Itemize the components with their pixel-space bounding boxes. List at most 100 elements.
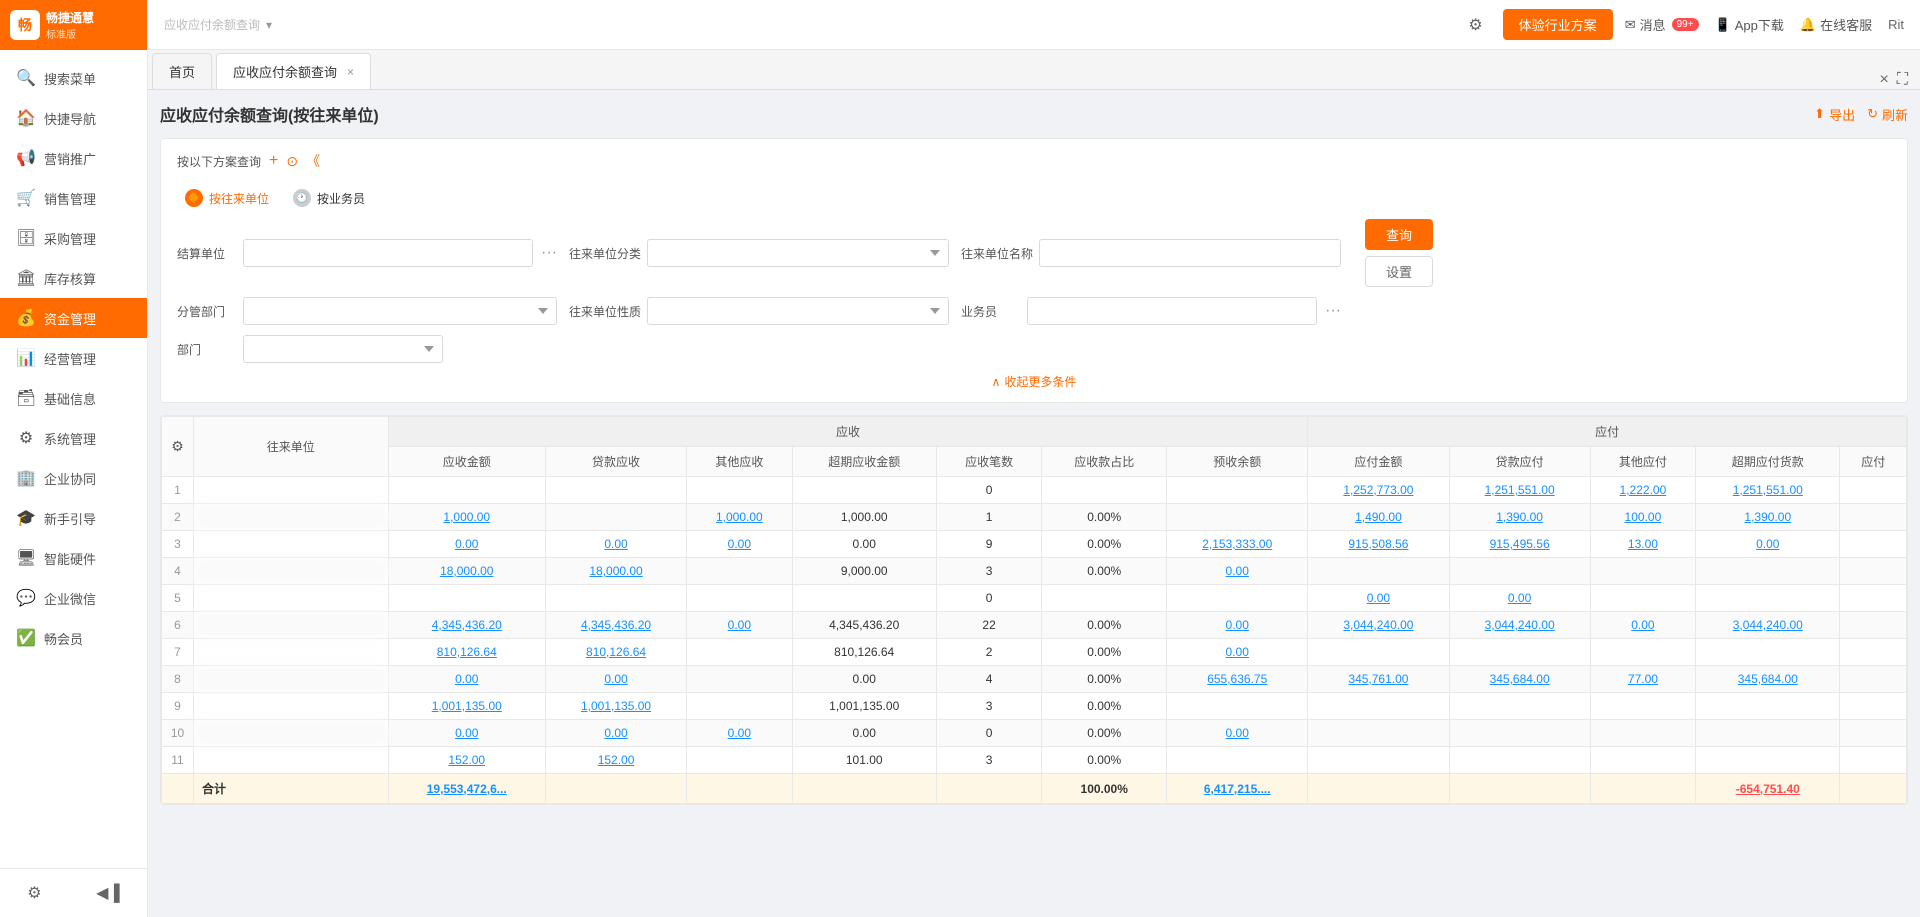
query-button[interactable]: 查询 (1365, 219, 1433, 250)
breadcrumb-dropdown-icon[interactable]: ▾ (266, 18, 272, 32)
system-icon: ⚙ (16, 428, 36, 448)
filter-jiesuan-dots[interactable]: ··· (541, 244, 557, 262)
sidebar-item-sales[interactable]: 🛒 销售管理 (0, 178, 147, 218)
sales-icon: 🛒 (16, 188, 36, 208)
topbar-gear-icon[interactable]: ⚙ (1468, 15, 1482, 35)
filter-bumen: 部门 (177, 335, 557, 363)
tab-balance-query[interactable]: 应收应付余额查询 × (216, 53, 371, 89)
salesman-icon: 🕐 (293, 189, 311, 207)
filter-options-button[interactable]: ⊙ (286, 153, 298, 170)
online-service-button[interactable]: 🔔 在线客服 (1800, 15, 1872, 34)
filter-xingzhi-select[interactable] (647, 297, 949, 325)
sidebar-item-label: 资金管理 (44, 309, 96, 328)
sidebar-item-marketing[interactable]: 📢 营销推广 (0, 138, 147, 178)
business-icon: 📊 (16, 348, 36, 368)
filter-laiwaifenlei-select[interactable] (647, 239, 949, 267)
col-pay-overdue: 超期应付货款 (1696, 447, 1840, 477)
table-row: 11152.00152.00101.0030.00% (162, 747, 1907, 774)
tab-fullscreen-icon[interactable]: ⛶ (1897, 71, 1908, 89)
hardware-icon: 🖥 (16, 548, 36, 568)
view-option-salesman[interactable]: 🕐 按业务员 (285, 185, 373, 211)
tab-close-window-icon[interactable]: × (1879, 71, 1888, 89)
settings-button[interactable]: 设置 (1365, 256, 1433, 287)
tab-home[interactable]: 首页 (152, 53, 212, 89)
data-table-wrapper: ⚙ 往来单位 应收 应付 应收金额 贷款应收 其他应收 超期应收金额 应收笔数 … (160, 415, 1908, 805)
sidebar-item-label: 智能硬件 (44, 549, 96, 568)
sidebar-settings-button[interactable]: ⚙ (19, 879, 49, 907)
export-button[interactable]: ⬆ 导出 (1814, 105, 1855, 124)
filter-jiesuan-input[interactable] (243, 239, 533, 267)
table-row: 91,001,135.001,001,135.001,001,135.0030.… (162, 693, 1907, 720)
summary-row: 合计 19,553,472,6... 100.00% 6,417,215....… (162, 774, 1907, 804)
table-settings-col[interactable]: ⚙ (162, 417, 194, 477)
view-option-partner[interactable]: 🔶 按往来单位 (177, 185, 277, 211)
user-name[interactable]: Rit (1888, 17, 1904, 32)
breadcrumb-text: 应收应付余额查询 (164, 16, 260, 33)
col-pay-amount: 应付金额 (1308, 447, 1449, 477)
tab-close-icon[interactable]: × (347, 65, 354, 79)
filter-row-3: 部门 (177, 335, 1891, 363)
sidebar-item-label: 基础信息 (44, 389, 96, 408)
sidebar-item-inventory[interactable]: 🏛 库存核算 (0, 258, 147, 298)
tabbar: 首页 应收应付余额查询 × × ⛶ (148, 50, 1920, 90)
export-icon: ⬆ (1814, 106, 1825, 122)
sidebar-item-quicknav[interactable]: 🏠 快捷导航 (0, 98, 147, 138)
refresh-button[interactable]: ↻ 刷新 (1867, 105, 1908, 124)
col-rec-count: 应收笔数 (936, 447, 1041, 477)
col-rec-amount: 应收金额 (388, 447, 545, 477)
filter-fenguan-select[interactable] (243, 297, 557, 325)
col-rec-other: 其他应收 (687, 447, 792, 477)
sidebar-item-label: 快捷导航 (44, 109, 96, 128)
filter-yewuyuan-input[interactable] (1027, 297, 1317, 325)
solution-button[interactable]: 体验行业方案 (1503, 9, 1613, 40)
sidebar-nav: 🔍 搜索菜单 🏠 快捷导航 📢 营销推广 🛒 销售管理 🗄 采购管理 🏛 库存核… (0, 50, 147, 868)
logo-text: 畅捷通慧 标准版 (46, 9, 94, 41)
filter-yewuyuan-dots[interactable]: ··· (1325, 302, 1341, 320)
summary-rec-prepay[interactable]: 6,417,215.... (1167, 774, 1308, 804)
message-button[interactable]: ✉ 消息 99+ (1625, 15, 1699, 34)
sidebar-item-label: 企业协同 (44, 469, 96, 488)
filter-laiwainame: 往来单位名称 (961, 239, 1341, 267)
table-gear-icon[interactable]: ⚙ (171, 438, 184, 454)
filter-collapse-btn[interactable]: ∧ 收起更多条件 (177, 373, 1891, 390)
sidebar-item-search[interactable]: 🔍 搜索菜单 (0, 58, 147, 98)
sidebar-item-basic[interactable]: 🗃 基础信息 (0, 378, 147, 418)
sidebar-item-corp[interactable]: 🏢 企业协同 (0, 458, 147, 498)
filter-jiesuan-label: 结算单位 (177, 245, 237, 262)
sidebar-item-wechat[interactable]: 💬 企业微信 (0, 578, 147, 618)
filter-collapse-button[interactable]: 《 (306, 151, 320, 171)
tabbar-actions: × ⛶ (1879, 71, 1920, 89)
message-icon: ✉ (1625, 17, 1636, 33)
filter-bumen-select[interactable] (243, 335, 443, 363)
sidebar-item-system[interactable]: ⚙ 系统管理 (0, 418, 147, 458)
filter-laiwainame-label: 往来单位名称 (961, 245, 1033, 262)
sidebar-collapse-button[interactable]: ◀▐ (88, 879, 128, 907)
summary-rec-amount[interactable]: 19,553,472,6... (388, 774, 545, 804)
filter-laiwainame-input[interactable] (1039, 239, 1341, 267)
filter-add-button[interactable]: + (269, 152, 278, 170)
sidebar-item-label: 新手引导 (44, 509, 96, 528)
sidebar-item-guide[interactable]: 🎓 新手引导 (0, 498, 147, 538)
sidebar-item-label: 营销推广 (44, 149, 96, 168)
member-icon: ✅ (16, 628, 36, 648)
filter-panel: 按以下方案查询 + ⊙ 《 🔶 按往来单位 🕐 按业务员 结算单位 (160, 138, 1908, 403)
page-header: 应收应付余额查询(按往来单位) ⬆ 导出 ↻ 刷新 (160, 102, 1908, 126)
corp-icon: 🏢 (16, 468, 36, 488)
sidebar-item-business[interactable]: 📊 经营管理 (0, 338, 147, 378)
col-rec-prepay: 预收余额 (1167, 447, 1308, 477)
summary-pay-overdue[interactable]: -654,751.40 (1696, 774, 1840, 804)
col-pay-loan: 贷款应付 (1449, 447, 1590, 477)
sidebar-item-label: 采购管理 (44, 229, 96, 248)
app-download-button[interactable]: 📱 App下载 (1715, 15, 1784, 34)
sidebar-footer: ⚙ ◀▐ (0, 868, 147, 917)
sidebar-item-hardware[interactable]: 🖥 智能硬件 (0, 538, 147, 578)
sidebar-item-finance[interactable]: 💰 资金管理 (0, 298, 147, 338)
sidebar-item-label: 经营管理 (44, 349, 96, 368)
sidebar-item-member[interactable]: ✅ 畅会员 (0, 618, 147, 658)
filter-yewuyuan-label: 业务员 (961, 303, 1021, 320)
sidebar-item-purchase[interactable]: 🗄 采购管理 (0, 218, 147, 258)
col-rec-overdue: 超期应收金额 (792, 447, 936, 477)
breadcrumb: 应收应付余额查询 ▾ (164, 16, 1456, 33)
filter-scheme-label: 按以下方案查询 (177, 153, 261, 170)
filter-bumen-label: 部门 (177, 341, 237, 358)
